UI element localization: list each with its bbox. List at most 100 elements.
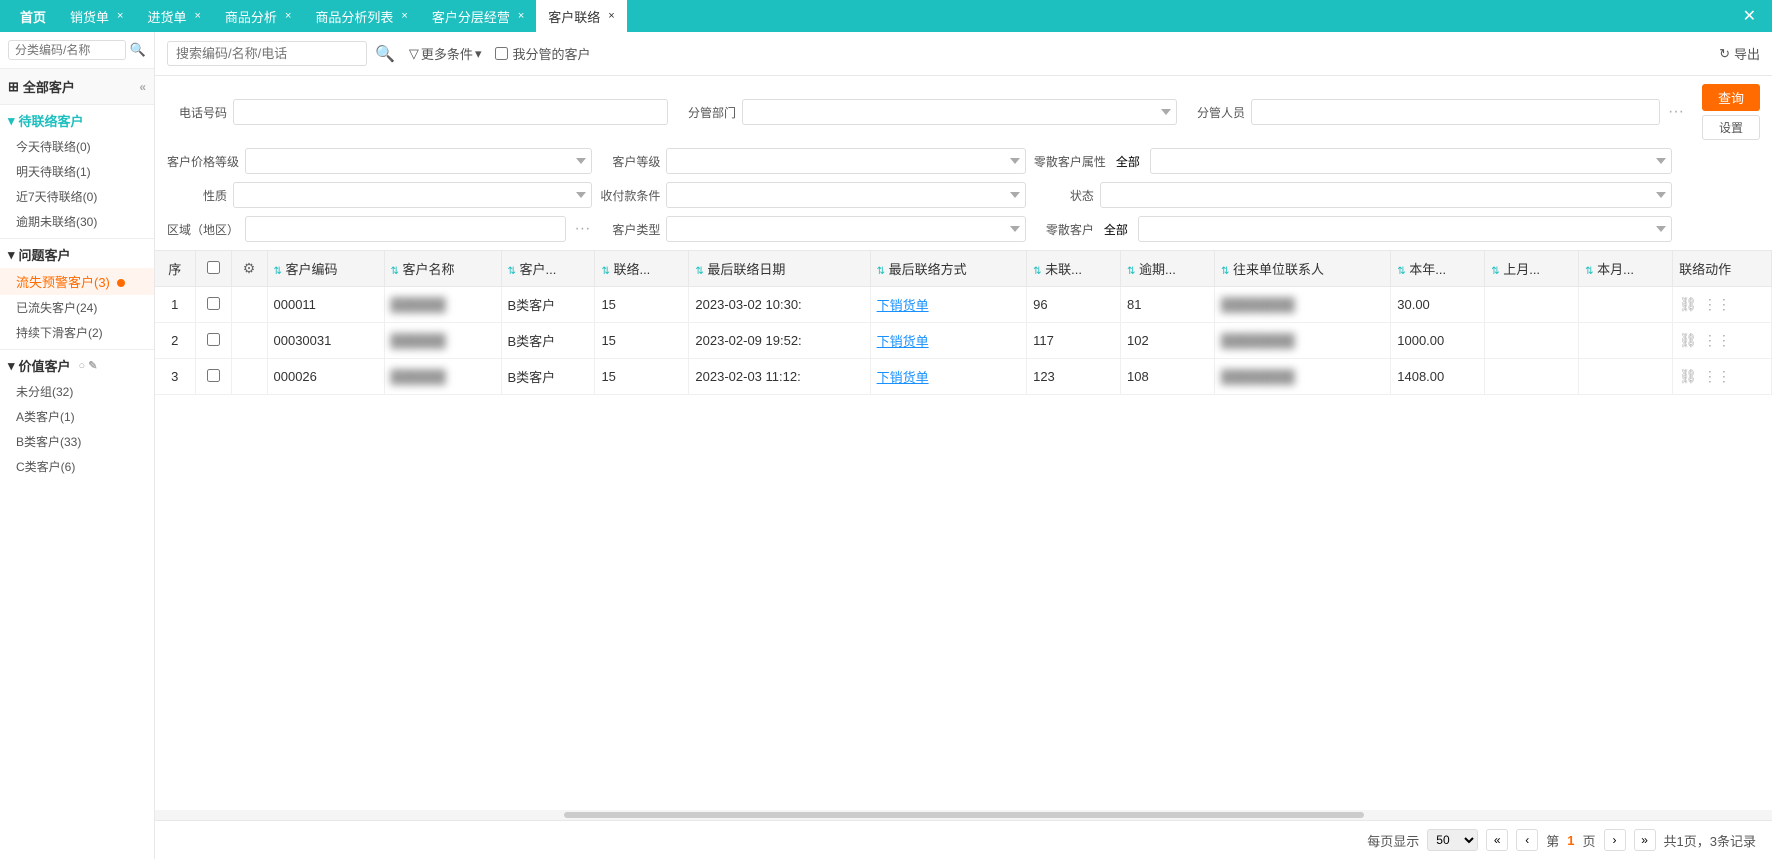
sidebar-item-c-class[interactable]: C类客户(6) xyxy=(0,454,154,479)
nav-tab-home[interactable]: 首页 xyxy=(8,0,58,32)
sidebar-section-pending[interactable]: ▾ 待联络客户 xyxy=(0,105,154,134)
top-navigation: 首页 销货单 × 进货单 × 商品分析 × 商品分析列表 × 客户分层经营 × … xyxy=(0,0,1772,32)
phone-input[interactable] xyxy=(233,99,668,125)
action-menu-icon-1[interactable]: ⋮⋮ xyxy=(1703,296,1731,313)
settings-button[interactable]: 设置 xyxy=(1702,115,1760,140)
row-checkbox-2[interactable] xyxy=(207,333,220,346)
next-page-button[interactable]: › xyxy=(1604,829,1626,851)
export-button[interactable]: ↻ 导出 xyxy=(1719,44,1760,63)
more-conditions-button[interactable]: ▽ 更多条件 ▾ xyxy=(403,40,488,67)
sort-icon-code[interactable]: ⇅ xyxy=(274,266,282,277)
sidebar-item-churned[interactable]: 已流失客户(24) xyxy=(0,295,154,320)
nav-tab-customer-segment[interactable]: 客户分层经营 × xyxy=(420,0,536,32)
method-link-2[interactable]: 下销货单 xyxy=(877,334,929,349)
sort-icon-date[interactable]: ⇅ xyxy=(695,266,703,277)
region-dots-icon[interactable]: ··· xyxy=(572,220,592,238)
region-input[interactable] xyxy=(245,216,566,242)
scattered-customer-select[interactable] xyxy=(1138,216,1672,242)
payment-select[interactable] xyxy=(666,182,1025,208)
sidebar-item-churn-warning[interactable]: 流失预警客户(3) xyxy=(0,268,154,295)
sidebar: 🔍 ⊞ 全部客户 « ▾ 待联络客户 今天待联络(0) 明天待联络(1) 近7天… xyxy=(0,32,155,859)
first-page-button[interactable]: « xyxy=(1486,829,1508,851)
collapse-icon[interactable]: « xyxy=(139,80,146,94)
sort-icon-contact[interactable]: ⇅ xyxy=(601,266,609,277)
method-link-1[interactable]: 下销货单 xyxy=(877,298,929,313)
sidebar-item-declining[interactable]: 持续下滑客户(2) xyxy=(0,320,154,345)
sidebar-item-a-class[interactable]: A类客户(1) xyxy=(0,404,154,429)
per-page-select[interactable]: 50 100 200 xyxy=(1427,829,1478,851)
sort-icon-type[interactable]: ⇅ xyxy=(508,266,516,277)
last-page-button[interactable]: » xyxy=(1634,829,1656,851)
nav-tab-purchase[interactable]: 进货单 × xyxy=(135,0,212,32)
gear-icon[interactable]: ⚙ xyxy=(243,260,256,276)
sort-icon-year[interactable]: ⇅ xyxy=(1397,266,1405,277)
search-button[interactable]: 🔍 xyxy=(375,44,395,64)
sidebar-item-ungroup[interactable]: 未分组(32) xyxy=(0,379,154,404)
cell-type-3: B类客户 xyxy=(501,359,595,395)
sidebar-section-value[interactable]: ▾ 价值客户 ○ ✎ xyxy=(0,349,154,379)
all-customers-header[interactable]: ⊞ 全部客户 « xyxy=(0,69,154,105)
value-section-actions[interactable]: ○ ✎ xyxy=(79,359,98,372)
search-input[interactable] xyxy=(167,41,367,66)
action-link-icon-2[interactable]: ⛓ xyxy=(1679,332,1697,349)
sidebar-item-7days-contact[interactable]: 近7天待联络(0) xyxy=(0,184,154,209)
sort-icon-name[interactable]: ⇅ xyxy=(391,266,399,277)
close-customer-segment-tab-icon[interactable]: × xyxy=(518,10,524,22)
status-select[interactable] xyxy=(1100,182,1672,208)
filter-row-2: 客户价格等级 客户等级 零散客户属性 全部 xyxy=(167,148,1760,174)
action-link-icon-3[interactable]: ⛓ xyxy=(1679,368,1697,385)
nav-tab-analysis-list[interactable]: 商品分析列表 × xyxy=(303,0,419,32)
sidebar-item-tomorrow-contact[interactable]: 明天待联络(1) xyxy=(0,159,154,184)
customer-table: 序 ⚙ ⇅ 客户编码 ⇅ 客户名称 xyxy=(155,251,1772,395)
dept-select[interactable] xyxy=(742,99,1177,125)
close-analysis-tab-icon[interactable]: × xyxy=(285,10,291,22)
status-label: 状态 xyxy=(1034,187,1094,204)
close-all-button[interactable]: ✕ xyxy=(1735,6,1764,26)
nav-tab-sales[interactable]: 销货单 × xyxy=(58,0,135,32)
sidebar-section-problem[interactable]: ▾ 问题客户 xyxy=(0,238,154,268)
select-all-checkbox[interactable] xyxy=(207,261,220,274)
sidebar-search-input[interactable] xyxy=(8,40,126,60)
sidebar-item-overdue-contact[interactable]: 逾期未联络(30) xyxy=(0,209,154,234)
person-input[interactable] xyxy=(1251,99,1660,125)
action-link-icon-1[interactable]: ⛓ xyxy=(1679,296,1697,313)
nav-tab-analysis[interactable]: 商品分析 × xyxy=(213,0,303,32)
action-menu-icon-3[interactable]: ⋮⋮ xyxy=(1703,368,1731,385)
customer-type-select[interactable] xyxy=(666,216,1025,242)
action-menu-icon-2[interactable]: ⋮⋮ xyxy=(1703,332,1731,349)
sidebar-search-icon[interactable]: 🔍 xyxy=(130,42,146,58)
sort-icon-this-month[interactable]: ⇅ xyxy=(1585,266,1593,277)
sidebar-item-today-contact[interactable]: 今天待联络(0) xyxy=(0,134,154,159)
horizontal-scrollbar[interactable] xyxy=(564,812,1364,818)
sort-icon-uncontacted[interactable]: ⇅ xyxy=(1033,266,1041,277)
sidebar-item-b-class[interactable]: B类客户(33) xyxy=(0,429,154,454)
sort-icon-method[interactable]: ⇅ xyxy=(877,266,885,277)
method-link-3[interactable]: 下销货单 xyxy=(877,370,929,385)
col-last-month: ⇅ 上月... xyxy=(1485,251,1579,287)
nature-select[interactable] xyxy=(233,182,592,208)
blurred-name-1: ██████ xyxy=(391,297,446,312)
cell-checkbox-2 xyxy=(195,323,231,359)
person-dots-icon[interactable]: ··· xyxy=(1666,103,1686,121)
arrow-icon-value: ▾ xyxy=(8,358,15,374)
cell-type-2: B类客户 xyxy=(501,323,595,359)
my-managed-checkbox[interactable] xyxy=(495,47,508,60)
nav-tab-customer-contact[interactable]: 客户联络 × xyxy=(536,0,626,32)
my-managed-checkbox-label[interactable]: 我分管的客户 xyxy=(495,44,590,63)
row-checkbox-1[interactable] xyxy=(207,297,220,310)
price-level-select[interactable] xyxy=(245,148,592,174)
cell-year-3: 1408.00 xyxy=(1391,359,1485,395)
prev-page-button[interactable]: ‹ xyxy=(1516,829,1538,851)
close-purchase-tab-icon[interactable]: × xyxy=(194,10,200,22)
sort-icon-last-month[interactable]: ⇅ xyxy=(1491,266,1499,277)
filter-field-region: 区域（地区） ··· xyxy=(167,216,592,242)
close-customer-contact-tab-icon[interactable]: × xyxy=(608,10,614,22)
close-sales-tab-icon[interactable]: × xyxy=(117,10,123,22)
sort-icon-person[interactable]: ⇅ xyxy=(1221,266,1229,277)
query-button[interactable]: 查询 xyxy=(1702,84,1760,111)
customer-level-select[interactable] xyxy=(666,148,1025,174)
close-analysis-list-tab-icon[interactable]: × xyxy=(401,10,407,22)
scattered-attr-select[interactable] xyxy=(1150,148,1672,174)
sort-icon-overdue[interactable]: ⇅ xyxy=(1127,266,1135,277)
row-checkbox-3[interactable] xyxy=(207,369,220,382)
